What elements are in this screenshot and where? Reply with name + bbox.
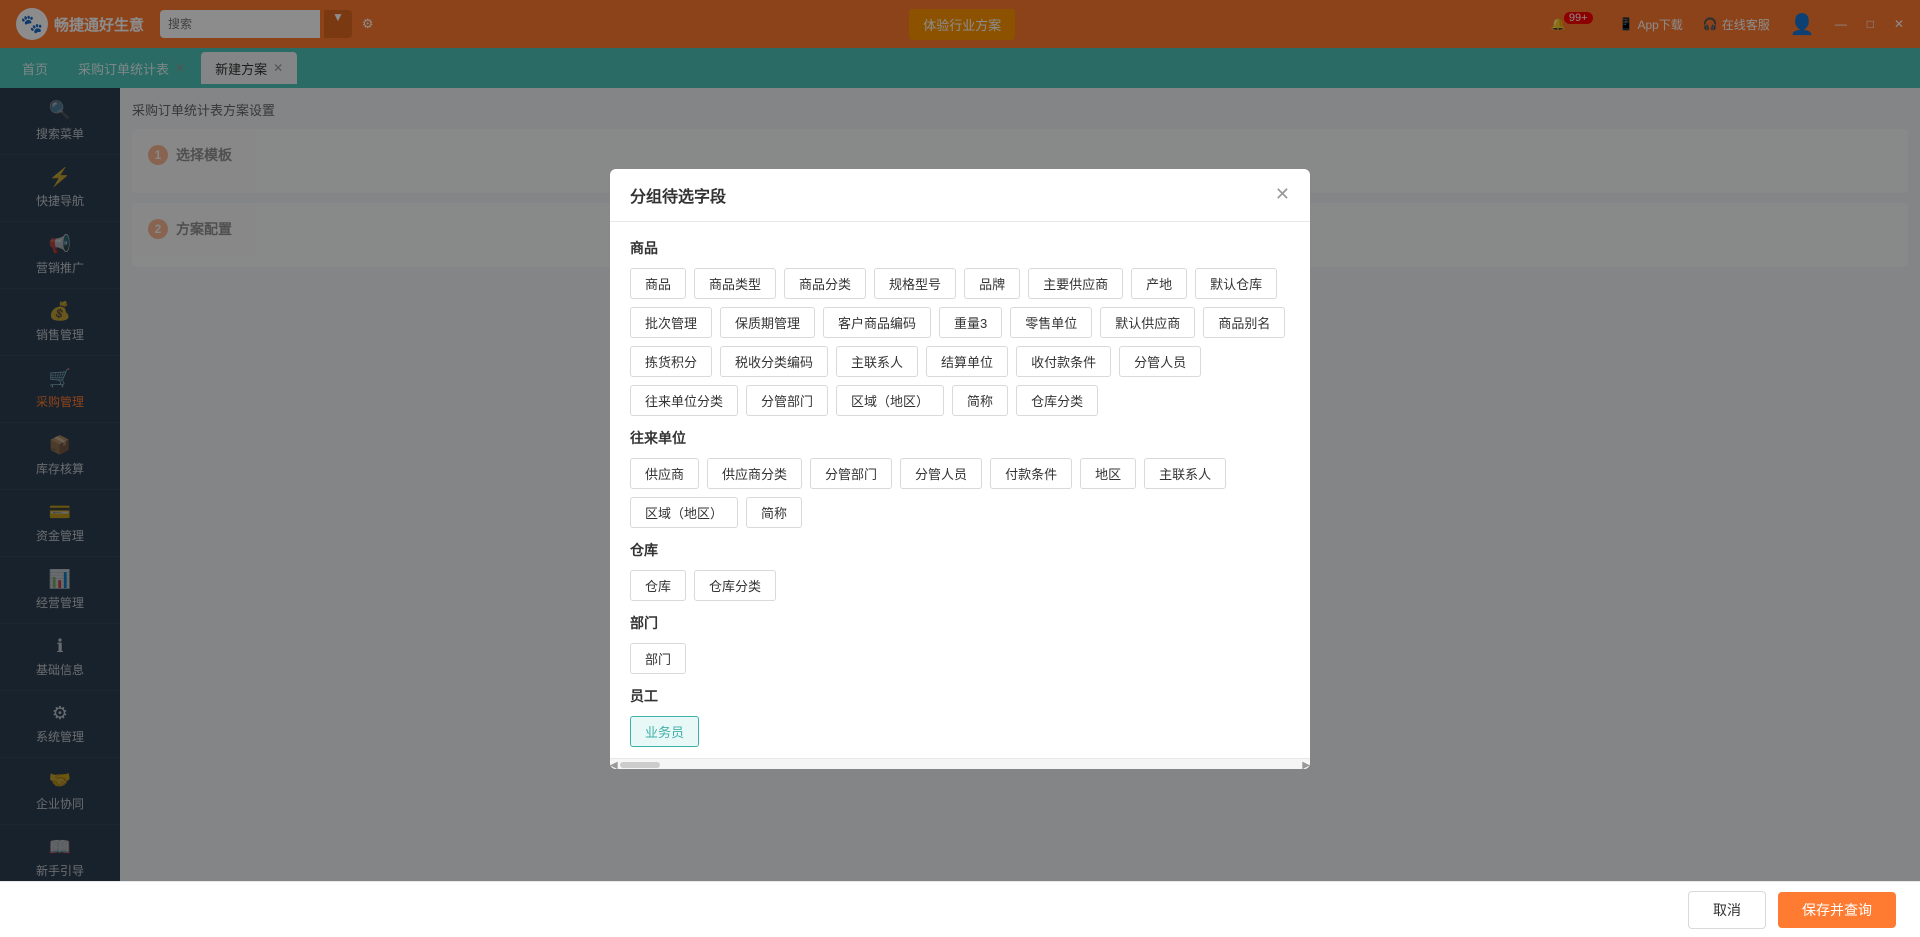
field-tags-1: 供应商供应商分类分管部门分管人员付款条件地区主联系人区域（地区） 简称 — [630, 458, 1290, 528]
modal-close-button[interactable]: ✕ — [1275, 184, 1290, 205]
field-tag-0-12[interactable]: 零售单位 — [1010, 307, 1092, 338]
field-tag-0-13[interactable]: 默认供应商 — [1100, 307, 1195, 338]
field-tag-1-2[interactable]: 分管部门 — [810, 458, 892, 489]
field-tag-2-0[interactable]: 仓库 — [630, 570, 686, 601]
field-tag-0-9[interactable]: 保质期管理 — [720, 307, 815, 338]
field-tags-2: 仓库仓库分类 — [630, 570, 1290, 601]
field-tag-0-6[interactable]: 产地 — [1131, 268, 1187, 299]
save-query-button[interactable]: 保存并查询 — [1778, 892, 1896, 928]
field-tag-1-0[interactable]: 供应商 — [630, 458, 699, 489]
cancel-button[interactable]: 取消 — [1688, 891, 1766, 929]
field-tag-0-10[interactable]: 客户商品编码 — [823, 307, 931, 338]
field-tag-0-2[interactable]: 商品分类 — [784, 268, 866, 299]
field-tag-0-14[interactable]: 商品别名 — [1203, 307, 1285, 338]
field-tag-0-7[interactable]: 默认仓库 — [1195, 268, 1277, 299]
bottom-bar: 取消 保存并查询 — [0, 881, 1920, 937]
field-tag-0-0[interactable]: 商品 — [630, 268, 686, 299]
modal-header: 分组待选字段 ✕ — [610, 169, 1310, 222]
field-tag-4-0[interactable]: 业务员 — [630, 716, 699, 747]
field-tag-1-5[interactable]: 地区 — [1080, 458, 1136, 489]
field-tag-0-3[interactable]: 规格型号 — [874, 268, 956, 299]
field-tag-0-19[interactable]: 收付款条件 — [1016, 346, 1111, 377]
field-tag-0-16[interactable]: 税收分类编码 — [720, 346, 828, 377]
field-select-modal: 分组待选字段 ✕ 商品商品商品类型商品分类规格型号品牌主要供应商产地默认仓库批次… — [610, 169, 1310, 769]
field-tag-0-25[interactable]: 仓库分类 — [1016, 385, 1098, 416]
modal-overlay: 分组待选字段 ✕ 商品商品商品类型商品分类规格型号品牌主要供应商产地默认仓库批次… — [0, 0, 1920, 937]
field-tag-1-1[interactable]: 供应商分类 — [707, 458, 802, 489]
modal-horizontal-scrollbar[interactable]: ◀ ▶ — [610, 758, 1310, 768]
scrollbar-thumb[interactable] — [620, 762, 660, 768]
field-group-title-0: 商品 — [630, 238, 1290, 258]
field-tag-0-17[interactable]: 主联系人 — [836, 346, 918, 377]
modal-body: 商品商品商品类型商品分类规格型号品牌主要供应商产地默认仓库批次管理保质期管理客户… — [610, 222, 1310, 759]
scroll-left-arrow[interactable]: ◀ — [610, 759, 618, 768]
field-tag-0-23[interactable]: 区域（地区） — [836, 385, 944, 416]
field-tag-1-7[interactable]: 区域（地区） — [630, 497, 738, 528]
scroll-right-arrow[interactable]: ▶ — [1302, 759, 1310, 768]
field-group-title-2: 仓库 — [630, 540, 1290, 560]
field-tag-0-8[interactable]: 批次管理 — [630, 307, 712, 338]
field-tags-4: 业务员 — [630, 716, 1290, 747]
field-tag-0-22[interactable]: 分管部门 — [746, 385, 828, 416]
field-tag-1-3[interactable]: 分管人员 — [900, 458, 982, 489]
field-tag-0-24[interactable]: 简称 — [952, 385, 1008, 416]
field-tags-3: 部门 — [630, 643, 1290, 674]
field-tag-0-21[interactable]: 往来单位分类 — [630, 385, 738, 416]
field-tag-0-11[interactable]: 重量3 — [939, 307, 1002, 338]
field-tag-1-6[interactable]: 主联系人 — [1144, 458, 1226, 489]
field-tag-0-4[interactable]: 品牌 — [964, 268, 1020, 299]
field-tag-1-8[interactable]: 简称 — [746, 497, 802, 528]
field-tag-3-0[interactable]: 部门 — [630, 643, 686, 674]
field-tag-0-5[interactable]: 主要供应商 — [1028, 268, 1123, 299]
field-tag-0-1[interactable]: 商品类型 — [694, 268, 776, 299]
field-group-title-3: 部门 — [630, 613, 1290, 633]
field-tags-0: 商品商品类型商品分类规格型号品牌主要供应商产地默认仓库批次管理保质期管理客户商品… — [630, 268, 1290, 416]
field-group-title-1: 往来单位 — [630, 428, 1290, 448]
field-group-title-4: 员工 — [630, 686, 1290, 706]
field-tag-1-4[interactable]: 付款条件 — [990, 458, 1072, 489]
field-tag-0-18[interactable]: 结算单位 — [926, 346, 1008, 377]
field-tag-2-1[interactable]: 仓库分类 — [694, 570, 776, 601]
modal-title: 分组待选字段 — [630, 183, 726, 207]
field-tag-0-20[interactable]: 分管人员 — [1119, 346, 1201, 377]
field-tag-0-15[interactable]: 拣货积分 — [630, 346, 712, 377]
